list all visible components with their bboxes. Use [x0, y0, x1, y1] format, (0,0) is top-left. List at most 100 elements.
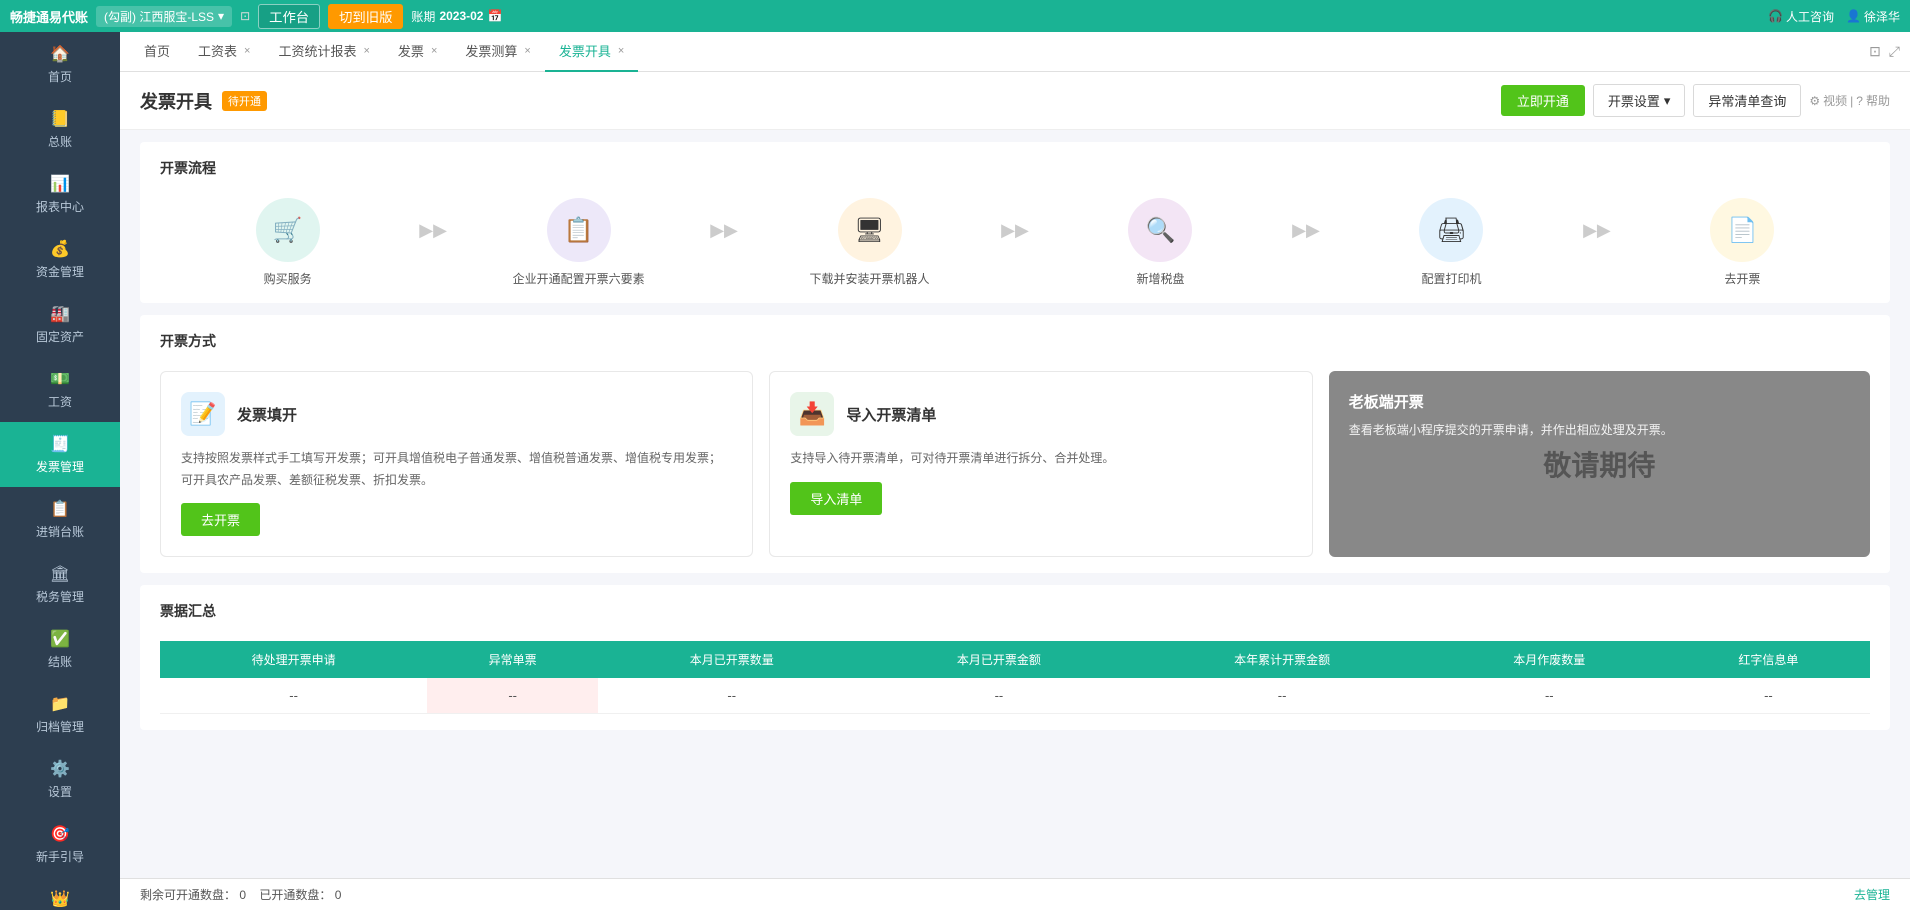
summary-cell-1: --	[427, 678, 598, 714]
method-card-import-header: 📥 导入开票清单	[790, 392, 1291, 436]
sidebar-label-purchase: 进销台账	[36, 523, 84, 540]
tab-invoice-close[interactable]: ×	[431, 45, 437, 57]
col-header-6: 红字信息单	[1667, 641, 1870, 678]
sidebar-item-reconcile[interactable]: ✅ 结账	[0, 617, 120, 682]
tab-salary-table-close[interactable]: ×	[244, 45, 250, 57]
sidebar-item-archive[interactable]: 📁 归档管理	[0, 682, 120, 747]
sidebar-label-reconcile: 结账	[48, 653, 72, 670]
sidebar-item-invoice[interactable]: 🧾 发票管理	[0, 422, 120, 487]
sidebar-item-reports[interactable]: 📊 报表中心	[0, 162, 120, 227]
headset-icon: 🎧	[1768, 9, 1783, 23]
tab-invoice[interactable]: 发票 ×	[384, 32, 451, 72]
open-settings-label: 开票设置	[1608, 91, 1660, 110]
open-invoice-label: 去开票	[1724, 270, 1760, 287]
bottom-bar-info: 剩余可开通数盘： 0 已开通数盘： 0	[140, 886, 341, 903]
vip-icon: 👑	[50, 889, 70, 909]
sidebar-label-salary: 工资	[48, 393, 72, 410]
content-area: 首页 工资表 × 工资统计报表 × 发票 × 发票测算 × 发票开具 ×	[120, 32, 1910, 910]
purchase-icon: 📋	[50, 499, 70, 519]
buy-service-label: 购买服务	[264, 270, 312, 287]
switch-old-button[interactable]: 切到旧版	[328, 4, 403, 29]
sidebar-item-home[interactable]: 🏠 首页	[0, 32, 120, 97]
method-card-fill-header: 📝 发票填开	[181, 392, 732, 436]
home-icon: 🏠	[50, 44, 70, 64]
sidebar-label-home: 首页	[48, 68, 72, 85]
salary-icon: 💵	[50, 369, 70, 389]
tab-invoice-calc[interactable]: 发票测算 ×	[451, 32, 544, 72]
tab-restore-button[interactable]: ⊡	[1869, 43, 1881, 60]
reconcile-icon: ✅	[50, 629, 70, 649]
remaining-label: 剩余可开通数盘：	[140, 888, 236, 902]
add-tax-icon: 🔍	[1128, 198, 1192, 262]
sidebar-item-ledger[interactable]: 📒 总账	[0, 97, 120, 162]
company-selector[interactable]: (勾副) 江西服宝-LSS ▾	[96, 6, 232, 27]
col-header-0: 待处理开票申请	[160, 641, 427, 678]
import-card-desc: 支持导入待开票清单，可对待开票清单进行拆分、合并处理。	[790, 448, 1291, 470]
reports-icon: 📊	[50, 174, 70, 194]
flow-arrow-2: ▶▶	[710, 220, 738, 265]
invoice-icon: 🧾	[50, 434, 70, 454]
tab-salary-table[interactable]: 工资表 ×	[184, 32, 264, 72]
sidebar-item-settings[interactable]: ⚙️ 设置	[0, 747, 120, 812]
tab-home[interactable]: 首页	[130, 32, 184, 72]
fill-card-btn[interactable]: 去开票	[181, 503, 260, 536]
flow-section: 开票流程 🛒 购买服务 ▶▶ 📋 企业开通配置开票六要素 ▶▶ 🖥 下载并安	[140, 142, 1890, 303]
opened-value: 0	[335, 888, 342, 902]
period-selector[interactable]: 账期 2023-02 📅	[411, 8, 502, 25]
archive-icon: 📁	[50, 694, 70, 714]
download-robot-label: 下载并安装开票机器人	[810, 270, 930, 287]
flow-section-title: 开票流程	[160, 158, 1870, 182]
tab-salary-table-label: 工资表	[198, 41, 237, 60]
header-actions: 立即开通 开票设置 ▾ 异常清单查询 ⚙ 视频 | ? 帮助	[1501, 84, 1890, 117]
avatar[interactable]: 👤 徐泽华	[1846, 8, 1900, 25]
tab-invoice-tool-close[interactable]: ×	[618, 45, 624, 57]
settings-dropdown-icon: ▾	[1664, 93, 1671, 109]
flow-arrow-3: ▶▶	[1001, 220, 1029, 265]
sidebar-item-newbie[interactable]: 🎯 新手引导	[0, 812, 120, 877]
tab-invoice-calc-label: 发票测算	[465, 41, 517, 60]
sidebar-label-assets: 固定资产	[36, 328, 84, 345]
ledger-icon: 📒	[50, 109, 70, 129]
workspace-button[interactable]: 工作台	[258, 4, 320, 29]
video-help-link[interactable]: ⚙ 视频 | ? 帮助	[1809, 92, 1890, 109]
tab-salary-stats[interactable]: 工资统计报表 ×	[264, 32, 383, 72]
tab-invoice-tool[interactable]: 发票开具 ×	[545, 32, 638, 72]
buy-service-icon: 🛒	[256, 198, 320, 262]
sidebar: 🏠 首页 📒 总账 📊 报表中心 💰 资金管理 🏭 固定资产 💵 工资 🧾 发票…	[0, 32, 120, 910]
flow-step-buy: 🛒 购买服务	[160, 198, 415, 287]
page-title-row: 发票开具 待开通	[140, 88, 267, 114]
config-printer-label: 配置打印机	[1421, 270, 1481, 287]
download-robot-icon: 🖥	[838, 198, 902, 262]
sidebar-item-vip[interactable]: 👑 畅会员	[0, 877, 120, 910]
method-cards: 📝 发票填开 支持按照发票样式手工填写开发票；可开具增值税电子普通发票、增值税普…	[160, 371, 1870, 557]
sidebar-label-ledger: 总账	[48, 133, 72, 150]
sidebar-item-tax[interactable]: 🏛 税务管理	[0, 552, 120, 617]
summary-section: 票据汇总 待处理开票申请 异常单票 本月已开票数量 本月已开票金额 本年累计开票…	[140, 585, 1890, 730]
tab-salary-stats-close[interactable]: ×	[363, 45, 369, 57]
sidebar-item-salary[interactable]: 💵 工资	[0, 357, 120, 422]
sidebar-item-purchase[interactable]: 📋 进销台账	[0, 487, 120, 552]
sidebar-item-funds[interactable]: 💰 资金管理	[0, 227, 120, 292]
manage-link[interactable]: 去管理	[1854, 886, 1890, 903]
method-card-import: 📥 导入开票清单 支持导入待开票清单，可对待开票清单进行拆分、合并处理。 导入清…	[769, 371, 1312, 557]
tab-invoice-label: 发票	[398, 41, 424, 60]
app-logo: 畅捷通易代账	[10, 7, 88, 26]
page-content: 发票开具 待开通 立即开通 开票设置 ▾ 异常清单查询 ⚙ 视频 | ?	[120, 72, 1910, 878]
divider: |	[1850, 94, 1853, 108]
flow-arrow-4: ▶▶	[1292, 220, 1320, 265]
tab-expand-button[interactable]: ⤢	[1889, 43, 1900, 60]
import-card-btn[interactable]: 导入清单	[790, 482, 882, 515]
open-settings-button[interactable]: 开票设置 ▾	[1593, 84, 1686, 117]
user-service[interactable]: 🎧 人工咨询	[1768, 8, 1834, 25]
sidebar-label-settings: 设置	[48, 783, 72, 800]
abnormal-query-button[interactable]: 异常清单查询	[1693, 84, 1801, 117]
immediate-open-button[interactable]: 立即开通	[1501, 85, 1585, 116]
assets-icon: 🏭	[50, 304, 70, 324]
col-header-1: 异常单票	[427, 641, 598, 678]
help-icon: ?	[1856, 94, 1863, 108]
sidebar-item-assets[interactable]: 🏭 固定资产	[0, 292, 120, 357]
flow-step-setup: 📋 企业开通配置开票六要素	[451, 198, 706, 287]
copy-icon[interactable]: ⊡	[240, 9, 250, 23]
tab-invoice-calc-close[interactable]: ×	[524, 45, 530, 57]
page-title: 发票开具	[140, 88, 212, 114]
